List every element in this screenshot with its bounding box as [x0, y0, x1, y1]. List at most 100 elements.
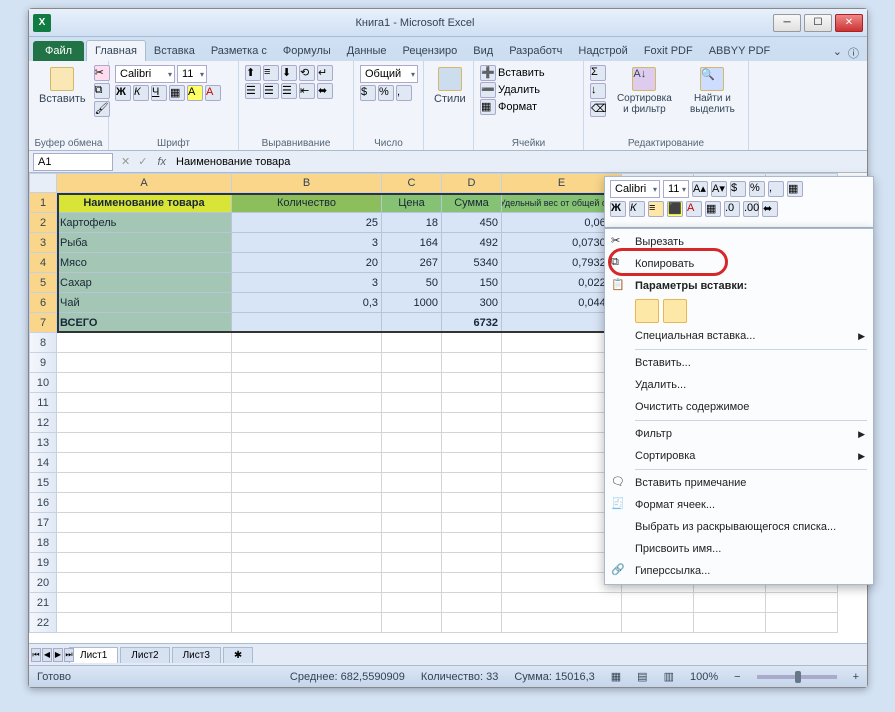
cell[interactable]: Картофель [57, 213, 232, 233]
fx-button[interactable]: fx [151, 156, 172, 168]
cell[interactable]: 18 [382, 213, 442, 233]
sheet-tab[interactable]: Лист3 [172, 647, 221, 663]
cell[interactable]: Чай [57, 293, 232, 313]
tab-foxit[interactable]: Foxit PDF [636, 41, 701, 61]
row-header[interactable]: 17 [29, 513, 57, 533]
cells-delete-button[interactable]: ➖Удалить [480, 82, 540, 98]
mini-dec-decimal-button[interactable]: .0 [724, 201, 740, 217]
align-right-button[interactable]: ☰ [281, 83, 297, 99]
sheet-nav-first[interactable]: ⏮ [31, 648, 41, 662]
cells-format-button[interactable]: ▦Формат [480, 99, 537, 115]
ctx-clear[interactable]: Очистить содержимое [607, 396, 871, 418]
cell[interactable]: Рыба [57, 233, 232, 253]
cell[interactable] [232, 313, 382, 333]
cell[interactable] [382, 313, 442, 333]
row-header[interactable]: 20 [29, 573, 57, 593]
align-left-button[interactable]: ☰ [245, 83, 261, 99]
view-break-icon[interactable]: ▥ [664, 670, 674, 683]
mini-inc-decimal-button[interactable]: .00 [743, 201, 759, 217]
number-format-combo[interactable]: Общий [360, 65, 418, 83]
mini-size-combo[interactable]: 11 [663, 180, 689, 198]
cell[interactable]: 450 [442, 213, 502, 233]
tab-insert[interactable]: Вставка [146, 41, 203, 61]
mini-currency-button[interactable]: $ [730, 181, 746, 197]
ctx-paste-special[interactable]: Специальная вставка...▶ [607, 325, 871, 347]
ctx-filter[interactable]: Фильтр▶ [607, 423, 871, 445]
row-header[interactable]: 19 [29, 553, 57, 573]
sheet-tab[interactable]: Лист1 [69, 647, 118, 663]
cell[interactable]: 25 [232, 213, 382, 233]
cell[interactable]: 6732 [442, 313, 502, 333]
row-header[interactable]: 10 [29, 373, 57, 393]
row-header[interactable]: 21 [29, 593, 57, 613]
format-painter-icon[interactable]: 🖌 [94, 101, 110, 117]
cells-insert-button[interactable]: ➕Вставить [480, 65, 545, 81]
cell[interactable]: 0,3 [232, 293, 382, 313]
cut-icon[interactable]: ✂ [94, 65, 110, 81]
currency-button[interactable]: $ [360, 85, 376, 101]
row-header[interactable]: 15 [29, 473, 57, 493]
mini-grow-font-button[interactable]: A▴ [692, 181, 708, 197]
border-button[interactable]: ▦ [169, 85, 185, 101]
fill-button[interactable]: ↓ [590, 83, 606, 99]
paste-option-button[interactable] [635, 299, 659, 323]
row-header[interactable]: 22 [29, 613, 57, 633]
tab-home[interactable]: Главная [86, 40, 146, 61]
font-color-button[interactable]: A [205, 85, 221, 101]
sheet-nav-last[interactable]: ⏭ [64, 648, 74, 662]
row-header[interactable]: 18 [29, 533, 57, 553]
cell[interactable]: Сахар [57, 273, 232, 293]
row-header[interactable]: 13 [29, 433, 57, 453]
orientation-button[interactable]: ⟲ [299, 65, 315, 81]
underline-button[interactable]: Ч [151, 85, 167, 101]
ctx-hyperlink[interactable]: 🔗Гиперссылка... [607, 560, 871, 582]
paste-option-button[interactable] [663, 299, 687, 323]
tab-view[interactable]: Вид [465, 41, 501, 61]
tab-addins[interactable]: Надстрой [570, 41, 635, 61]
sheet-tab[interactable]: Лист2 [120, 647, 169, 663]
mini-align-button[interactable]: ≡ [648, 201, 664, 217]
cell[interactable]: 267 [382, 253, 442, 273]
row-header[interactable]: 5 [29, 273, 57, 293]
tab-developer[interactable]: Разработч [501, 41, 570, 61]
row-header[interactable]: 6 [29, 293, 57, 313]
view-layout-icon[interactable]: ▤ [637, 670, 647, 683]
italic-button[interactable]: К [133, 85, 149, 101]
sort-filter-button[interactable]: A↓Сортировка и фильтр [610, 65, 679, 117]
wrap-button[interactable]: ↵ [317, 65, 333, 81]
formula-input[interactable]: Наименование товара [172, 156, 867, 168]
mini-shrink-font-button[interactable]: A▾ [711, 181, 727, 197]
tab-review[interactable]: Рецензиро [395, 41, 466, 61]
cell[interactable]: Цена [382, 193, 442, 213]
cell[interactable]: Наименование товара [57, 193, 232, 213]
mini-fill-button[interactable]: ⬛ [667, 201, 683, 217]
ctx-dropdown-list[interactable]: Выбрать из раскрывающегося списка... [607, 516, 871, 538]
mini-italic-button[interactable]: К [629, 201, 645, 217]
font-size-combo[interactable]: 11 [177, 65, 207, 83]
mini-comma-button[interactable]: , [768, 181, 784, 197]
align-bot-button[interactable]: ⬇ [281, 65, 297, 81]
cell[interactable]: 20 [232, 253, 382, 273]
row-header[interactable]: 14 [29, 453, 57, 473]
align-center-button[interactable]: ☰ [263, 83, 279, 99]
ctx-format-cells[interactable]: 🧾Формат ячеек... [607, 494, 871, 516]
tab-abbyy[interactable]: ABBYY PDF [701, 41, 779, 61]
row-header[interactable]: 11 [29, 393, 57, 413]
cell[interactable]: 492 [442, 233, 502, 253]
cell[interactable]: 3 [232, 273, 382, 293]
zoom-in-button[interactable]: + [853, 671, 859, 683]
accept-formula-icon[interactable]: ✓ [134, 155, 151, 168]
cell[interactable]: 5340 [442, 253, 502, 273]
col-header-a[interactable]: A [57, 173, 232, 193]
cell[interactable]: 300 [442, 293, 502, 313]
cell[interactable]: Количество [232, 193, 382, 213]
col-header-b[interactable]: B [232, 173, 382, 193]
mini-format-button[interactable]: ▦ [787, 181, 803, 197]
find-select-button[interactable]: 🔍Найти и выделить [683, 65, 742, 117]
autosum-button[interactable]: Σ [590, 65, 606, 81]
new-sheet-button[interactable]: ✱ [223, 647, 253, 663]
align-top-button[interactable]: ⬆ [245, 65, 261, 81]
mini-merge-button[interactable]: ⬌ [762, 201, 778, 217]
ctx-cut[interactable]: ✂Вырезать [607, 231, 871, 253]
row-header[interactable]: 7 [29, 313, 57, 333]
